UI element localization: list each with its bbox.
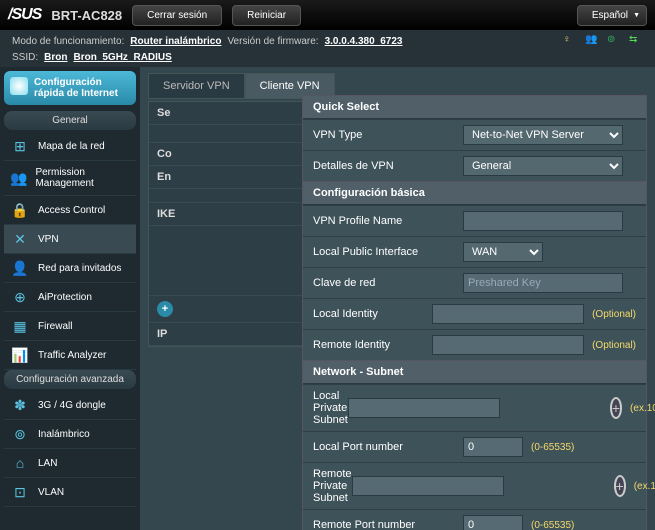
quick-setup-button[interactable]: Configuración rápida de Internet: [4, 71, 136, 105]
sidebar-icon: ✕: [10, 231, 30, 247]
subnet-example: (ex.10.10.10.0/24): [630, 403, 655, 414]
sidebar-item[interactable]: ⊡ VLAN: [4, 478, 136, 507]
reboot-button[interactable]: Reiniciar: [232, 5, 301, 26]
sidebar-item[interactable]: ⊞ Mapa de la red: [4, 132, 136, 161]
sidebar-item-label: AiProtection: [38, 292, 92, 303]
usb-icon[interactable]: ⇆: [629, 34, 643, 48]
remote-identity-input[interactable]: [432, 335, 584, 355]
local-port-label: Local Port number: [313, 441, 463, 453]
ssid-label: SSID:: [12, 52, 38, 63]
sidebar-icon: ▦: [10, 318, 30, 334]
sidebar-icon: 📊: [10, 347, 30, 363]
section-network-subnet: Network - Subnet: [303, 361, 646, 384]
sidebar-header-advanced: Configuración avanzada: [4, 370, 136, 389]
model-name: BRT-AC828: [51, 8, 122, 23]
sidebar-icon: ⊚: [10, 426, 30, 442]
vpn-type-label: VPN Type: [313, 129, 463, 141]
users-icon[interactable]: 👥: [585, 34, 599, 48]
sidebar-icon: ✽: [10, 397, 30, 413]
content-area: Servidor VPN Cliente VPN PN Se Co En IKE…: [140, 67, 655, 530]
sidebar-item[interactable]: ⊕ AiProtection: [4, 283, 136, 312]
vpn-type-select[interactable]: Net-to-Net VPN Server: [463, 125, 623, 145]
sidebar-item[interactable]: ⌂ LAN: [4, 449, 136, 478]
sidebar-item[interactable]: ⊚ Inalámbrico: [4, 420, 136, 449]
remote-identity-label: Remote Identity: [313, 339, 432, 351]
sidebar-item-label: Inalámbrico: [38, 429, 90, 440]
fw-label: Versión de firmware:: [227, 36, 318, 47]
award-icon[interactable]: ♀: [563, 34, 577, 48]
vpn-details-label: Detalles de VPN: [313, 160, 463, 172]
add-local-subnet-button[interactable]: +: [610, 397, 622, 419]
sidebar-item-label: VLAN: [38, 487, 64, 498]
profile-name-input[interactable]: [463, 211, 623, 231]
sidebar-item-label: Firewall: [38, 321, 72, 332]
vpn-config-modal: Quick Select VPN Type Net-to-Net VPN Ser…: [302, 95, 647, 530]
language-select[interactable]: Español: [577, 5, 647, 26]
sidebar-item-label: Access Control: [38, 205, 105, 216]
subnet-example: (ex.10.10.10.0/24): [634, 481, 655, 492]
vpn-details-select[interactable]: General: [463, 156, 623, 176]
sidebar-icon: ⊞: [10, 138, 30, 154]
sidebar-item-label: LAN: [38, 458, 57, 469]
sidebar-item-label: Red para invitados: [38, 263, 121, 274]
sidebar-item[interactable]: ✕ VPN: [4, 225, 136, 254]
sidebar-item[interactable]: ✽ 3G / 4G dongle: [4, 391, 136, 420]
profile-name-label: VPN Profile Name: [313, 215, 463, 227]
sidebar-item-label: 3G / 4G dongle: [38, 400, 106, 411]
section-quick-select: Quick Select: [303, 96, 646, 119]
ssid-bar: SSID: Bron Bron_5GHz_RADIUS: [0, 52, 655, 67]
sidebar-icon: 👥: [10, 170, 27, 186]
sidebar-item[interactable]: 👥 Permission Management: [4, 161, 136, 196]
logout-button[interactable]: Cerrar sesión: [132, 5, 222, 26]
optional-hint: (Optional): [592, 340, 636, 351]
sidebar-icon: ⊡: [10, 484, 30, 500]
port-range-hint: (0-65535): [531, 442, 574, 453]
top-bar: /SUS BRT-AC828 Cerrar sesión Reiniciar E…: [0, 0, 655, 30]
sidebar-icon: 👤: [10, 260, 30, 276]
port-range-hint: (0-65535): [531, 520, 574, 530]
network-key-input[interactable]: [463, 273, 623, 293]
fw-value[interactable]: 3.0.0.4.380_6723: [325, 36, 403, 47]
sidebar-item[interactable]: 🔒 Access Control: [4, 196, 136, 225]
plus-icon[interactable]: +: [157, 301, 173, 317]
sidebar-header-general: General: [4, 111, 136, 130]
local-identity-label: Local Identity: [313, 308, 432, 320]
sidebar-item[interactable]: 📊 Traffic Analyzer: [4, 341, 136, 370]
sidebar-item[interactable]: ▦ Firewall: [4, 312, 136, 341]
local-port-input[interactable]: [463, 437, 523, 457]
ssid2[interactable]: Bron_5GHz_RADIUS: [73, 52, 171, 63]
network-key-label: Clave de red: [313, 277, 463, 289]
remote-subnet-input[interactable]: [352, 476, 504, 496]
local-subnet-input[interactable]: [348, 398, 500, 418]
sidebar: Configuración rápida de Internet General…: [0, 67, 140, 530]
sidebar-item-label: VPN: [38, 234, 59, 245]
ssid1[interactable]: Bron: [44, 52, 67, 63]
local-subnet-label: Local Private Subnet: [313, 390, 348, 426]
add-remote-subnet-button[interactable]: +: [614, 475, 626, 497]
sidebar-icon: ⊕: [10, 289, 30, 305]
sidebar-icon: 🔒: [10, 202, 30, 218]
sidebar-item-label: Mapa de la red: [38, 141, 105, 152]
local-identity-input[interactable]: [432, 304, 584, 324]
local-interface-label: Local Public Interface: [313, 246, 463, 258]
wifi-icon[interactable]: ⊚: [607, 34, 621, 48]
mode-label: Modo de funcionamiento:: [12, 36, 124, 47]
info-bar: Modo de funcionamiento: Router inalámbri…: [0, 30, 655, 52]
tab-vpn-server[interactable]: Servidor VPN: [148, 73, 245, 99]
remote-port-label: Remote Port number: [313, 519, 463, 530]
section-basic-config: Configuración básica: [303, 182, 646, 205]
sidebar-icon: ⌂: [10, 455, 30, 471]
sidebar-item-label: Traffic Analyzer: [38, 350, 106, 361]
local-interface-select[interactable]: WAN: [463, 242, 543, 262]
remote-subnet-label: Remote Private Subnet: [313, 468, 352, 504]
sidebar-item[interactable]: 👤 Red para invitados: [4, 254, 136, 283]
optional-hint: (Optional): [592, 309, 636, 320]
mode-value[interactable]: Router inalámbrico: [130, 36, 221, 47]
sidebar-item-label: Permission Management: [35, 167, 130, 189]
brand-logo: /SUS: [8, 6, 41, 24]
status-icons: ♀ 👥 ⊚ ⇆: [563, 34, 643, 48]
